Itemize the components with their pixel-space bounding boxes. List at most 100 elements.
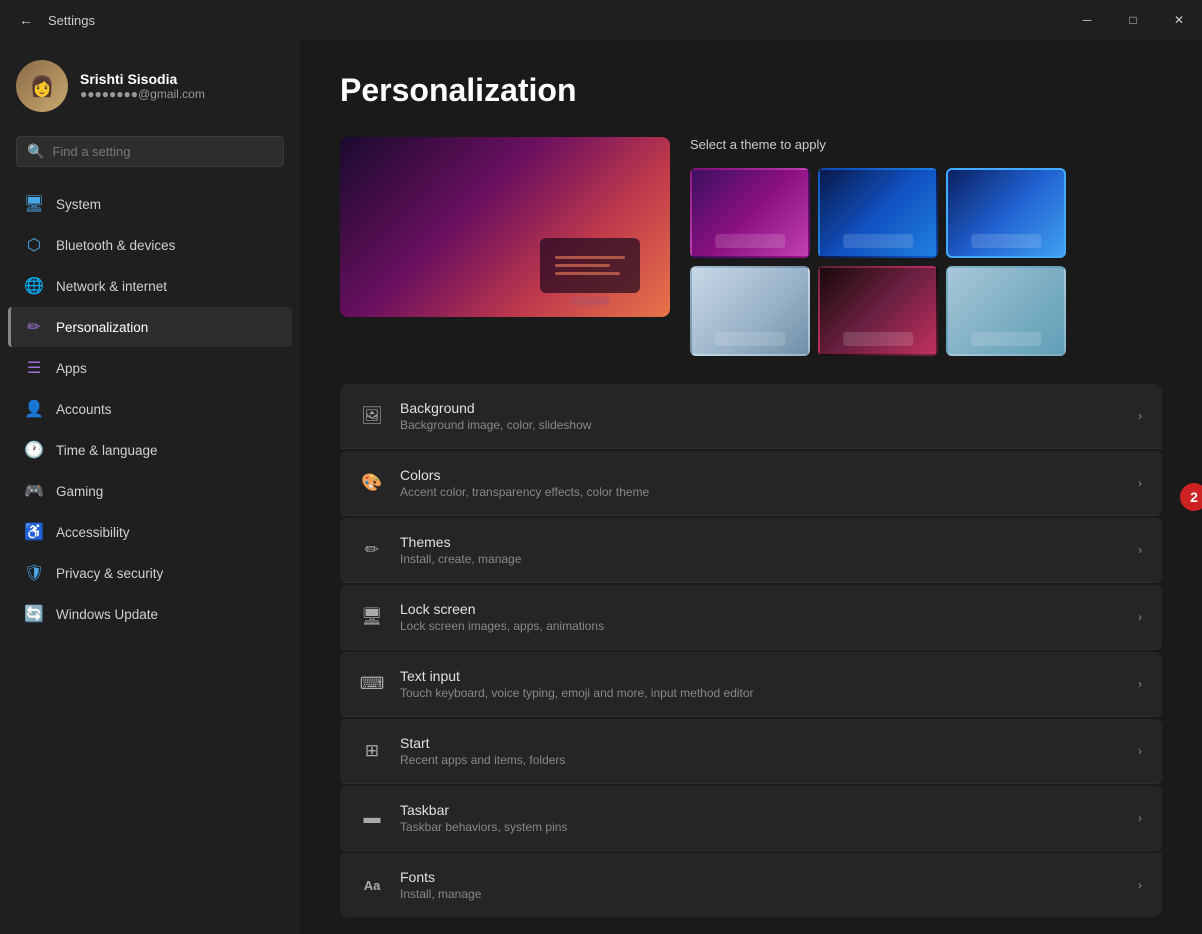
sidebar-item-label-privacy: Privacy & security xyxy=(56,566,163,581)
time-icon: 🕐 xyxy=(24,440,44,460)
thumb-taskbar-5 xyxy=(843,332,913,346)
chevron-lock-screen: › xyxy=(1138,610,1142,624)
theme-grid-container: 1 Select a theme to apply xyxy=(340,137,1162,356)
theme-column: Select a theme to apply xyxy=(690,137,1066,356)
sidebar-item-accessibility[interactable]: ♿ Accessibility xyxy=(8,512,292,552)
maximize-button[interactable]: □ xyxy=(1110,0,1156,40)
item-text-themes: Themes Install, create, manage xyxy=(400,534,521,566)
thumb-taskbar-3 xyxy=(971,234,1041,248)
sidebar-item-update[interactable]: 🔄 Windows Update xyxy=(8,594,292,634)
sidebar-item-personalization[interactable]: ✏ Personalization xyxy=(8,307,292,347)
lock-screen-icon: 🖥 xyxy=(360,605,384,629)
item-text-taskbar: Taskbar Taskbar behaviors, system pins xyxy=(400,802,567,834)
settings-item-fonts[interactable]: Aa Fonts Install, manage › xyxy=(340,853,1162,917)
minimize-button[interactable]: ─ xyxy=(1064,0,1110,40)
sidebar-item-network[interactable]: 🌐 Network & internet xyxy=(8,266,292,306)
sidebar-item-accounts[interactable]: 👤 Accounts xyxy=(8,389,292,429)
settings-item-lock-screen[interactable]: 🖥 Lock screen Lock screen images, apps, … xyxy=(340,585,1162,650)
item-desc-lock-screen: Lock screen images, apps, animations xyxy=(400,619,604,633)
settings-item-taskbar[interactable]: ▬ Taskbar Taskbar behaviors, system pins… xyxy=(340,786,1162,851)
item-text-colors: Colors Accent color, transparency effect… xyxy=(400,467,649,499)
item-left-themes: ✏ Themes Install, create, manage xyxy=(360,534,521,566)
sidebar: 👩 Srishti Sisodia ●●●●●●●●@gmail.com 🔍 🖥… xyxy=(0,40,300,934)
taskbar-icon: ▬ xyxy=(360,806,384,830)
search-input[interactable] xyxy=(52,144,273,159)
back-button[interactable]: ← xyxy=(12,6,40,34)
item-left-lock-screen: 🖥 Lock screen Lock screen images, apps, … xyxy=(360,601,604,633)
item-desc-text-input: Touch keyboard, voice typing, emoji and … xyxy=(400,686,754,700)
theme-section: 1 Select a theme to apply xyxy=(340,137,1162,356)
item-desc-background: Background image, color, slideshow xyxy=(400,418,591,432)
theme-preview: 1 xyxy=(340,137,670,317)
sidebar-item-apps[interactable]: ☰ Apps xyxy=(8,348,292,388)
item-desc-fonts: Install, manage xyxy=(400,887,481,901)
item-title-start: Start xyxy=(400,735,565,751)
settings-item-colors[interactable]: 🎨 Colors Accent color, transparency effe… xyxy=(340,451,1162,516)
sidebar-nav: 🖥 System ⬡ Bluetooth & devices 🌐 Network… xyxy=(0,183,300,635)
sidebar-item-label-time: Time & language xyxy=(56,443,158,458)
sidebar-item-privacy[interactable]: 🛡 Privacy & security xyxy=(8,553,292,593)
item-title-colors: Colors xyxy=(400,467,649,483)
item-text-start: Start Recent apps and items, folders xyxy=(400,735,565,767)
theme-select-label: Select a theme to apply xyxy=(690,137,1066,152)
item-desc-themes: Install, create, manage xyxy=(400,552,521,566)
start-icon: ⊞ xyxy=(360,739,384,763)
close-button[interactable]: ✕ xyxy=(1156,0,1202,40)
sidebar-item-time[interactable]: 🕐 Time & language xyxy=(8,430,292,470)
chevron-text-input: › xyxy=(1138,677,1142,691)
item-title-text-input: Text input xyxy=(400,668,754,684)
item-left-fonts: Aa Fonts Install, manage xyxy=(360,869,481,901)
sidebar-item-label-update: Windows Update xyxy=(56,607,158,622)
user-profile[interactable]: 👩 Srishti Sisodia ●●●●●●●●@gmail.com xyxy=(0,40,300,132)
bluetooth-icon: ⬡ xyxy=(24,235,44,255)
settings-item-text-input[interactable]: ⌨ Text input Touch keyboard, voice typin… xyxy=(340,652,1162,717)
theme-thumb-3[interactable] xyxy=(946,168,1066,258)
theme-thumb-6[interactable] xyxy=(946,266,1066,356)
settings-item-background[interactable]: 🖼 Background Background image, color, sl… xyxy=(340,384,1162,449)
thumb-taskbar-6 xyxy=(971,332,1041,346)
chevron-start: › xyxy=(1138,744,1142,758)
item-text-background: Background Background image, color, slid… xyxy=(400,400,591,432)
user-info: Srishti Sisodia ●●●●●●●●@gmail.com xyxy=(80,71,205,101)
privacy-icon: 🛡 xyxy=(24,563,44,583)
sidebar-item-gaming[interactable]: 🎮 Gaming xyxy=(8,471,292,511)
chevron-colors: › xyxy=(1138,476,1142,490)
sidebar-item-bluetooth[interactable]: ⬡ Bluetooth & devices xyxy=(8,225,292,265)
titlebar-left: ← Settings xyxy=(12,6,95,34)
sidebar-item-label-personalization: Personalization xyxy=(56,320,148,335)
theme-thumb-5[interactable] xyxy=(818,266,938,356)
personalization-icon: ✏ xyxy=(24,317,44,337)
page-title: Personalization xyxy=(340,72,1162,109)
item-text-fonts: Fonts Install, manage xyxy=(400,869,481,901)
sidebar-item-label-apps: Apps xyxy=(56,361,87,376)
preview-pill xyxy=(570,297,610,305)
item-left-start: ⊞ Start Recent apps and items, folders xyxy=(360,735,565,767)
titlebar-title: Settings xyxy=(48,13,95,28)
search-container: 🔍 xyxy=(0,132,300,183)
sidebar-item-system[interactable]: 🖥 System xyxy=(8,184,292,224)
sidebar-item-label-gaming: Gaming xyxy=(56,484,103,499)
item-desc-start: Recent apps and items, folders xyxy=(400,753,565,767)
thumb-taskbar-2 xyxy=(843,234,913,248)
text-input-icon: ⌨ xyxy=(360,672,384,696)
item-left-taskbar: ▬ Taskbar Taskbar behaviors, system pins xyxy=(360,802,567,834)
search-box[interactable]: 🔍 xyxy=(16,136,284,167)
preview-line-3 xyxy=(555,272,620,275)
sidebar-item-label-system: System xyxy=(56,197,101,212)
settings-item-start[interactable]: ⊞ Start Recent apps and items, folders › xyxy=(340,719,1162,784)
theme-thumb-1[interactable] xyxy=(690,168,810,258)
theme-thumb-4[interactable] xyxy=(690,266,810,356)
preview-line-1 xyxy=(555,256,625,259)
item-text-text-input: Text input Touch keyboard, voice typing,… xyxy=(400,668,754,700)
theme-thumb-2[interactable] xyxy=(818,168,938,258)
chevron-themes: › xyxy=(1138,543,1142,557)
preview-taskbar xyxy=(540,238,640,293)
item-text-lock-screen: Lock screen Lock screen images, apps, an… xyxy=(400,601,604,633)
search-icon: 🔍 xyxy=(27,143,44,160)
thumb-taskbar-1 xyxy=(715,234,785,248)
item-title-fonts: Fonts xyxy=(400,869,481,885)
avatar: 👩 xyxy=(16,60,68,112)
theme-thumbnails xyxy=(690,168,1066,356)
gaming-icon: 🎮 xyxy=(24,481,44,501)
settings-item-themes[interactable]: ✏ Themes Install, create, manage › xyxy=(340,518,1162,583)
